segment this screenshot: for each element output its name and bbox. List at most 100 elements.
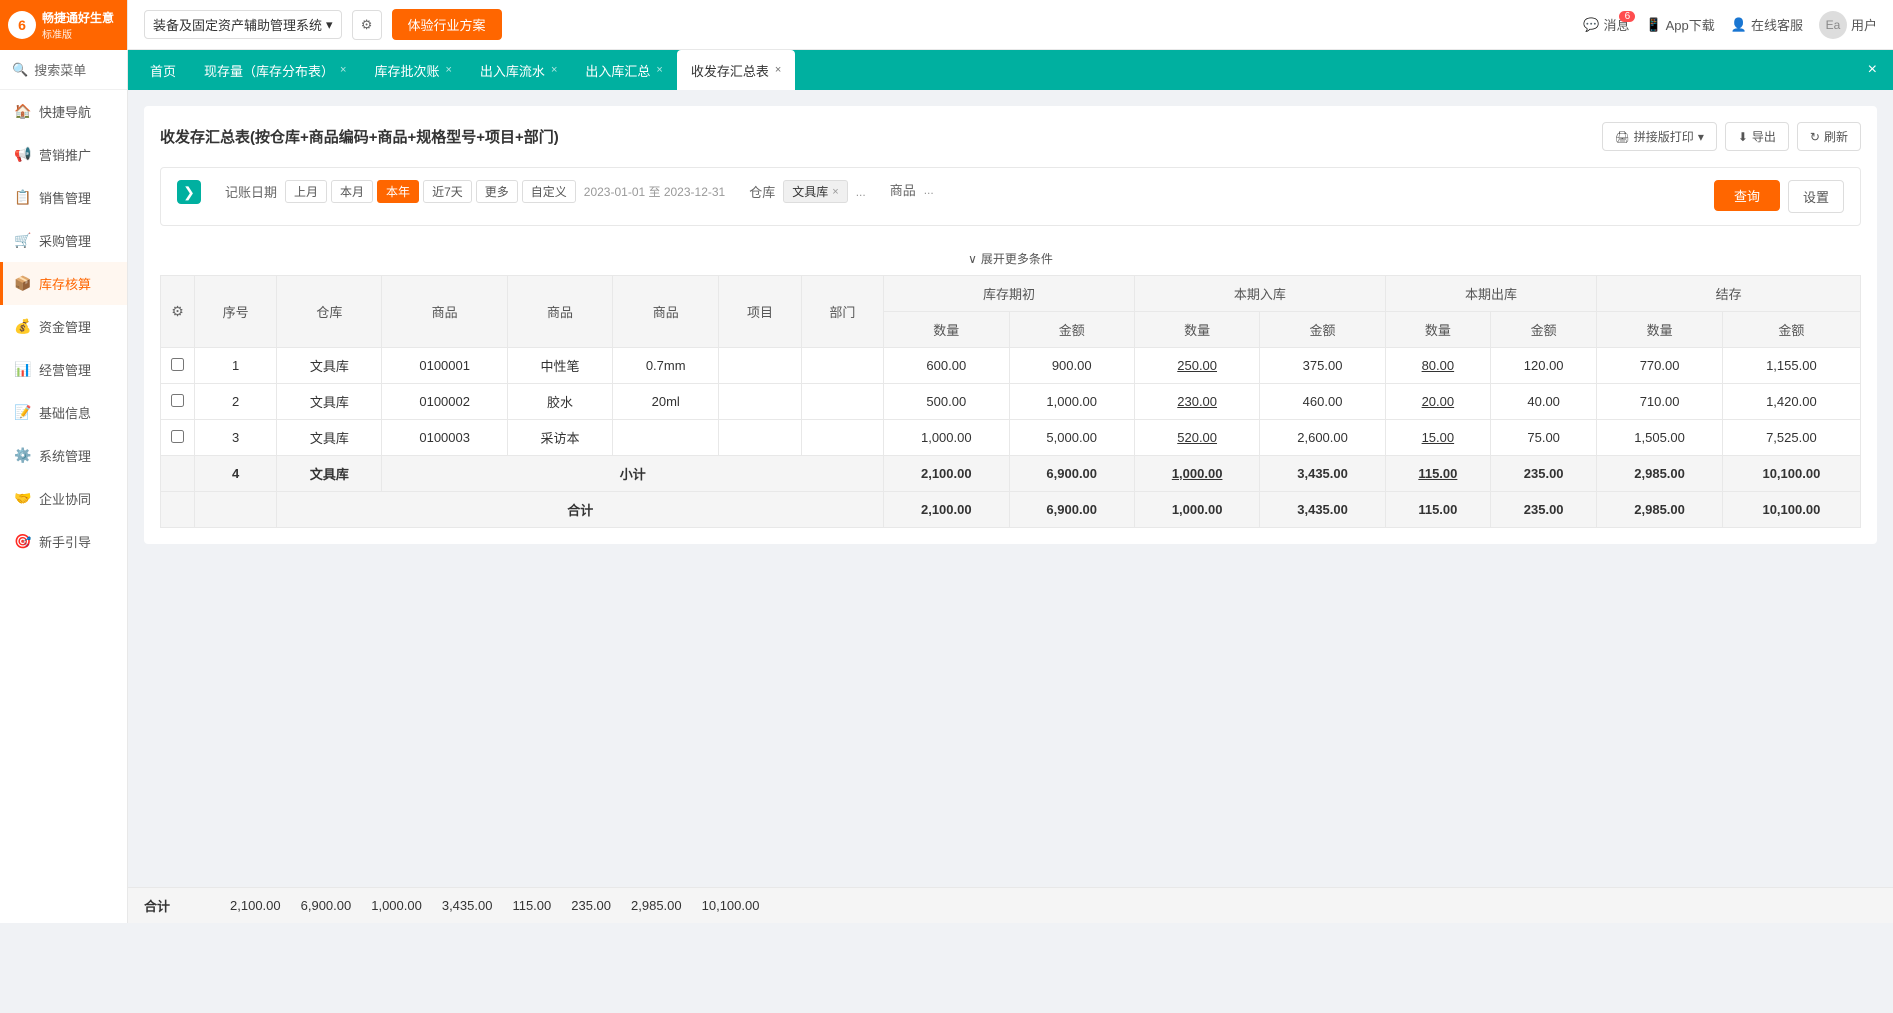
row-department [801,420,883,456]
filter-toggle-button[interactable]: ❯ [177,180,201,204]
avatar: Ea [1819,11,1847,39]
app-download-button[interactable]: 📱 App下载 [1645,15,1714,34]
footer-open-qty: 2,100.00 [230,898,281,913]
top-header: 装备及固定资产辅助管理系统 ▾ ⚙ 体验行业方案 💬 消息 6 📱 App下载 … [128,0,1893,50]
tab-stock-dist[interactable]: 现存量（库存分布表） × [190,50,360,90]
sidebar-logo: 6 畅捷通好生意 标准版 [0,0,127,50]
sidebar-item-inventory[interactable]: 📦 库存核算 [0,262,127,305]
tab-receive-summary[interactable]: 收发存汇总表 × [677,50,795,90]
col-in-amt-header: 金额 [1260,312,1385,348]
subtotal-bal-qty: 2,985.00 [1597,456,1722,492]
subtotal-in-qty[interactable]: 1,000.00 [1134,456,1259,492]
row-out-amt: 75.00 [1490,420,1596,456]
warehouse-more[interactable]: ... [856,185,866,199]
col-opening-header: 库存期初 [884,276,1135,312]
date-btn-custom[interactable]: 自定义 [522,180,576,203]
row-in-amt: 2,600.00 [1260,420,1385,456]
query-button[interactable]: 查询 [1714,180,1780,211]
messages-button[interactable]: 💬 消息 6 [1583,15,1629,34]
date-btn-this-year[interactable]: 本年 [377,180,419,203]
tab-close-receive-summary[interactable]: × [775,64,781,76]
row-checkbox[interactable] [161,384,195,420]
col-no-header: 序号 [195,276,277,348]
col-balance-header: 结存 [1597,276,1861,312]
refresh-button[interactable]: ↻ 刷新 [1797,122,1861,151]
row-out-qty[interactable]: 15.00 [1385,420,1490,456]
sidebar-item-finance[interactable]: 💰 资金管理 [0,305,127,348]
row-open-qty: 500.00 [884,384,1009,420]
download-icon: 📱 [1645,17,1661,33]
sidebar-item-quick-nav[interactable]: 🏠 快捷导航 [0,90,127,133]
sidebar-item-business[interactable]: 📊 经营管理 [0,348,127,391]
subtotal-bal-amt: 10,100.00 [1722,456,1860,492]
subtotal-row: 4 文具库 小计 2,100.00 6,900.00 1,000.00 3,43… [161,456,1861,492]
business-icon: 📊 [15,362,31,378]
row-bal-qty: 1,505.00 [1597,420,1722,456]
sidebar-item-sales[interactable]: 📋 销售管理 [0,176,127,219]
sidebar-item-beginner[interactable]: 🎯 新手引导 [0,520,127,563]
total-bal-amt: 10,100.00 [1722,492,1860,528]
header-left: 装备及固定资产辅助管理系统 ▾ ⚙ 体验行业方案 [144,9,502,40]
col-opening-qty-header: 数量 [884,312,1009,348]
row-in-qty[interactable]: 520.00 [1134,420,1259,456]
date-btn-more[interactable]: 更多 [476,180,518,203]
sidebar-item-marketing[interactable]: 📢 营销推广 [0,133,127,176]
purchase-icon: 🛒 [15,233,31,249]
row-checkbox[interactable] [161,420,195,456]
sidebar-item-system[interactable]: ⚙️ 系统管理 [0,434,127,477]
system-title-select[interactable]: 装备及固定资产辅助管理系统 ▾ [144,10,342,39]
tab-inout-flow[interactable]: 出入库流水 × [466,50,571,90]
col-product-spec-header: 商品 [613,276,719,348]
tab-bar: 首页 现存量（库存分布表） × 库存批次账 × 出入库流水 × 出入库汇总 × … [128,50,1893,90]
row-out-qty[interactable]: 80.00 [1385,348,1490,384]
settings-button[interactable]: ⚙ [352,10,382,40]
tab-close-inout-flow[interactable]: × [551,64,557,76]
row-checkbox[interactable] [161,348,195,384]
row-in-qty[interactable]: 230.00 [1134,384,1259,420]
sidebar-item-search[interactable]: 🔍 搜索菜单 [0,50,127,90]
total-out-qty: 115.00 [1385,492,1490,528]
column-settings-button[interactable]: 设置 [1788,180,1844,213]
date-btn-7days[interactable]: 近7天 [423,180,472,203]
row-open-qty: 1,000.00 [884,420,1009,456]
subtotal-in-amt: 3,435.00 [1260,456,1385,492]
expand-conditions-button[interactable]: ∨ 展开更多条件 [160,242,1861,275]
warehouse-tag-close[interactable]: × [832,186,838,198]
user-menu[interactable]: Ea 用户 [1819,11,1877,39]
online-service-button[interactable]: 👤 在线客服 [1731,15,1803,34]
sidebar-item-enterprise[interactable]: 🤝 企业协同 [0,477,127,520]
tab-inout-summary[interactable]: 出入库汇总 × [571,50,676,90]
footer-bal-qty: 2,985.00 [631,898,682,913]
date-btn-last-month[interactable]: 上月 [285,180,327,203]
tab-close-batch[interactable]: × [445,64,451,76]
product-more[interactable]: ... [924,183,934,197]
tab-close-inout-summary[interactable]: × [656,64,662,76]
row-in-qty[interactable]: 250.00 [1134,348,1259,384]
sidebar-item-basic-info[interactable]: 📝 基础信息 [0,391,127,434]
date-btn-this-month[interactable]: 本月 [331,180,373,203]
footer-in-amt: 3,435.00 [442,898,493,913]
total-open-qty: 2,100.00 [884,492,1009,528]
total-out-amt: 235.00 [1490,492,1596,528]
row-open-amt: 5,000.00 [1009,420,1134,456]
sidebar-item-purchase[interactable]: 🛒 采购管理 [0,219,127,262]
print-button[interactable]: 🖨 拼接版打印 ▾ [1602,122,1717,151]
tab-bar-close-button[interactable]: × [1860,57,1885,83]
row-product-code: 0100003 [382,420,507,456]
tab-batch[interactable]: 库存批次账 × [360,50,465,90]
row-no: 1 [195,348,277,384]
col-product-code-header: 商品 [382,276,507,348]
export-button[interactable]: ⬇ 导出 [1725,122,1789,151]
col-settings-header[interactable]: ⚙ [161,276,195,348]
footer-in-qty: 1,000.00 [371,898,422,913]
tab-home[interactable]: 首页 [136,50,190,90]
col-department-header: 部门 [801,276,883,348]
total-in-qty: 1,000.00 [1134,492,1259,528]
tab-close-stock-dist[interactable]: × [340,64,346,76]
row-out-qty[interactable]: 20.00 [1385,384,1490,420]
subtotal-out-qty[interactable]: 115.00 [1385,456,1490,492]
row-no: 2 [195,384,277,420]
trial-button[interactable]: 体验行业方案 [392,9,502,40]
sales-icon: 📋 [15,190,31,206]
row-project [719,348,801,384]
